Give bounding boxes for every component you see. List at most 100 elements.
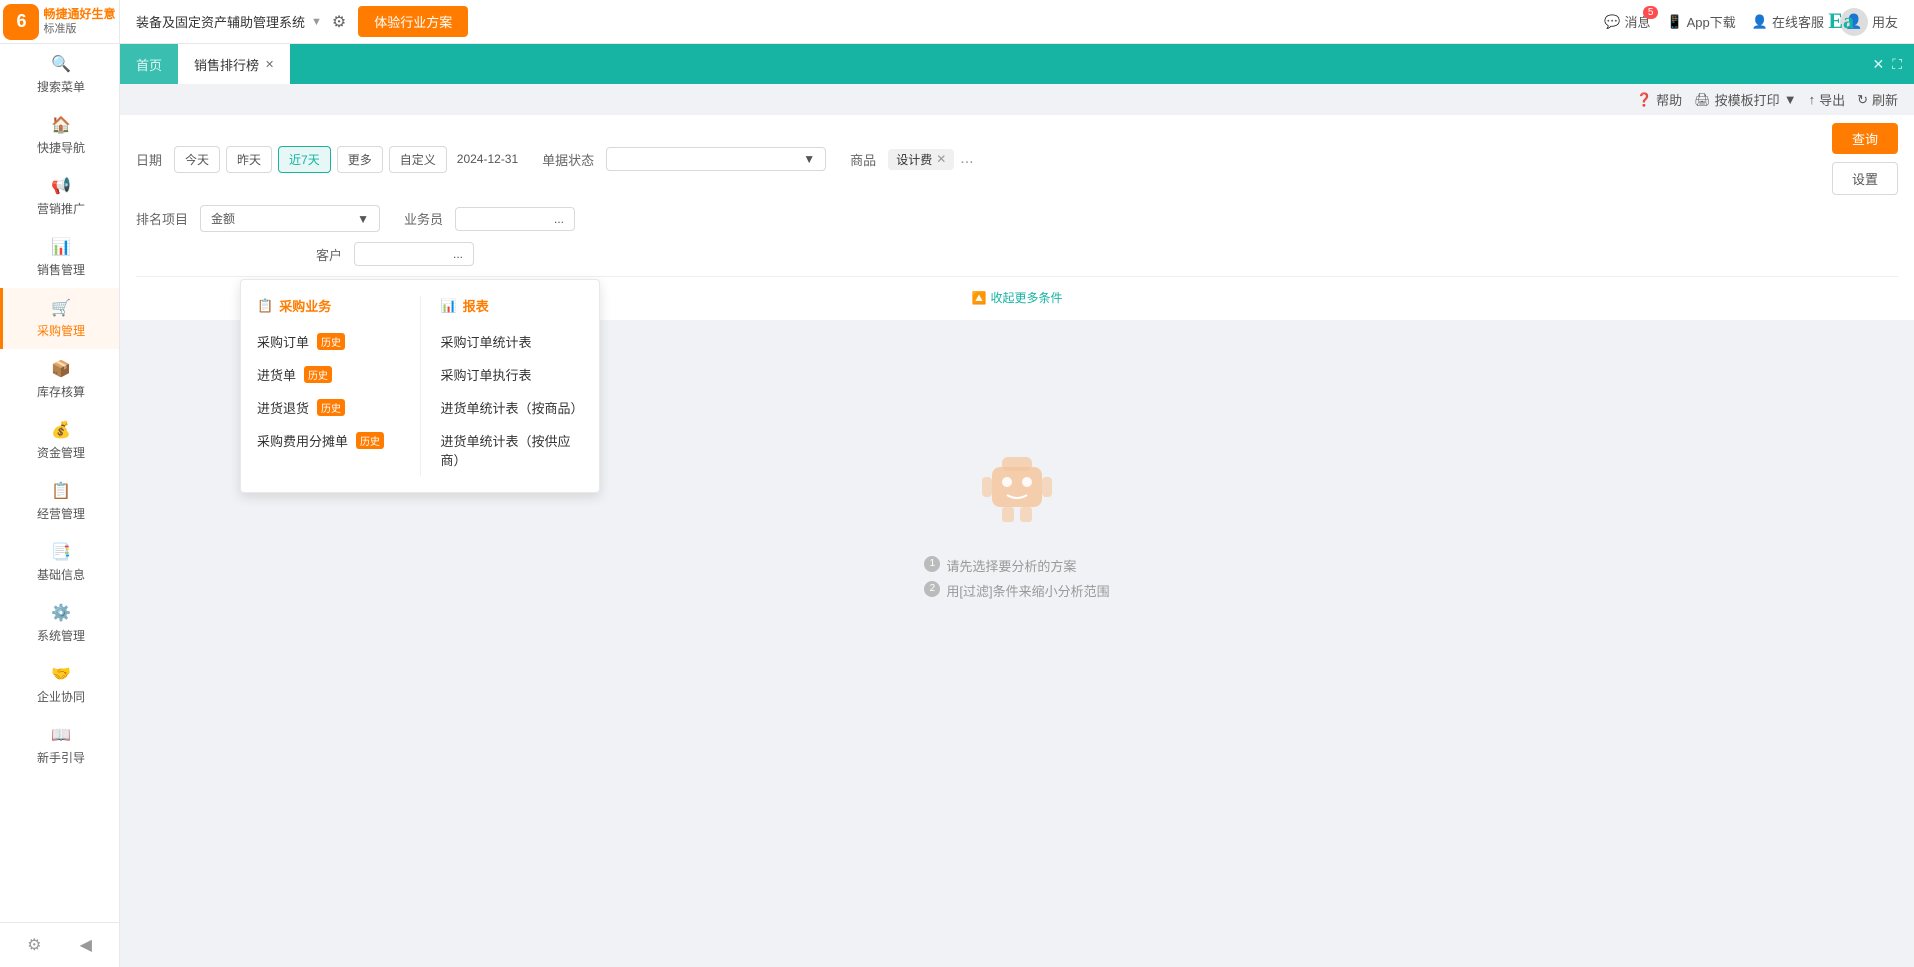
message-action[interactable]: 💬 消息 5 xyxy=(1604,12,1650,31)
sidebar-item-basic-info[interactable]: 📑 基础信息 xyxy=(0,532,119,593)
tab-close-icon[interactable]: ✕ xyxy=(265,58,274,71)
tip-num-2: 2 xyxy=(924,581,940,597)
sidebar-item-search[interactable]: 🔍 搜索菜单 xyxy=(0,44,119,105)
logo-line1: 畅捷通好生意 xyxy=(43,7,115,23)
inventory-icon: 📦 xyxy=(51,359,71,379)
logo-text: 畅捷通好生意 标准版 xyxy=(43,7,115,37)
collapse-icon: 🔼 xyxy=(972,291,987,305)
footer-settings-icon[interactable]: ⚙ xyxy=(23,931,45,959)
col1-title-icon: 📋 xyxy=(257,298,273,314)
sidebar-item-inventory[interactable]: 📦 库存核算 xyxy=(0,349,119,410)
query-button[interactable]: 查询 xyxy=(1832,123,1898,154)
col2-title: 📊 报表 xyxy=(441,296,584,315)
home-icon: 🏠 xyxy=(51,115,71,135)
menu-purchase-expense[interactable]: 采购费用分摊单 历史 xyxy=(257,424,400,457)
user-label: 用友 xyxy=(1872,12,1898,31)
filter-row-1: 日期 今天 昨天 近7天 更多 自定义 2024-12-31 单据状态 xyxy=(136,123,1898,195)
export-link[interactable]: ↑ 导出 xyxy=(1809,90,1846,109)
sidebar-footer: ⚙ ◀ xyxy=(0,922,119,967)
sales-icon: 📊 xyxy=(51,237,71,257)
footer-collapse-icon[interactable]: ◀ xyxy=(76,931,96,959)
filter-row-2: 排名项目 金额 ▼ 业务员 ... xyxy=(136,205,1898,232)
help-link[interactable]: ❓ 帮助 xyxy=(1636,90,1682,109)
goods-dots[interactable]: ... xyxy=(960,150,973,168)
tab-home[interactable]: 首页 xyxy=(120,44,178,84)
date-custom[interactable]: 自定义 xyxy=(389,146,447,173)
menu-po-stat[interactable]: 采购订单统计表 xyxy=(441,325,584,358)
refresh-link[interactable]: ↻ 刷新 xyxy=(1857,90,1898,109)
date-value: 2024-12-31 xyxy=(457,152,518,166)
salesperson-dots: ... xyxy=(554,212,564,226)
refresh-icon: ↻ xyxy=(1857,92,1868,108)
tab-maximize-btn[interactable]: ⛶ xyxy=(1892,56,1902,73)
sidebar-label-quick-nav: 快捷导航 xyxy=(37,139,85,156)
rank-select[interactable]: 金额 ▼ xyxy=(200,205,380,232)
date-more[interactable]: 更多 xyxy=(337,146,383,173)
sidebar-label-system: 系统管理 xyxy=(37,627,85,644)
menu-goods-return[interactable]: 进货退货 历史 xyxy=(257,391,400,424)
tab-sales-rank[interactable]: 销售排行榜 ✕ xyxy=(178,44,290,84)
salesperson-select[interactable]: ... xyxy=(455,207,575,231)
settings-button[interactable]: 设置 xyxy=(1832,162,1898,195)
logo-line2: 标准版 xyxy=(43,22,115,36)
print-arrow: ▼ xyxy=(1784,92,1797,107)
sidebar-item-finance[interactable]: 💰 资金管理 xyxy=(0,410,119,471)
menu-purchase-order[interactable]: 采购订单 历史 xyxy=(257,325,400,358)
content-body: ❓ 帮助 🖨 按模板打印 ▼ ↑ 导出 ↻ 刷新 xyxy=(120,84,1914,967)
sidebar-item-operations[interactable]: 📋 经营管理 xyxy=(0,471,119,532)
menu-receipt-by-goods[interactable]: 进货单统计表（按商品） xyxy=(441,391,584,424)
system-title-arrow[interactable]: ▼ xyxy=(311,16,322,28)
sidebar-item-sales[interactable]: 📊 销售管理 xyxy=(0,227,119,288)
bill-status-select[interactable]: ▼ xyxy=(606,147,826,171)
sidebar-label-enterprise: 企业协同 xyxy=(37,688,85,705)
goods-tag-text: 设计费 xyxy=(896,151,932,168)
logo-icon-text: 6 xyxy=(16,11,26,32)
date-yesterday[interactable]: 昨天 xyxy=(226,146,272,173)
sidebar-item-quick-nav[interactable]: 🏠 快捷导航 xyxy=(0,105,119,166)
empty-tip-2: 2 用[过滤]条件来缩小分析范围 xyxy=(924,581,1109,600)
export-label: 导出 xyxy=(1819,90,1845,109)
sidebar-item-purchase[interactable]: 🛒 采购管理 xyxy=(0,288,119,349)
tab-home-label: 首页 xyxy=(136,55,162,74)
goods-control: 设计费 ✕ ... xyxy=(888,149,973,170)
app-label: App下载 xyxy=(1687,12,1736,31)
menu-item-label: 采购订单统计表 xyxy=(441,332,532,351)
industry-button[interactable]: 体验行业方案 xyxy=(358,6,468,37)
print-link[interactable]: 🖨 按模板打印 ▼ xyxy=(1694,90,1796,109)
logo-area: 6 畅捷通好生意 标准版 xyxy=(0,0,120,44)
empty-illustration xyxy=(967,437,1067,540)
top-actions: 💬 消息 5 📱 App下载 👤 在线客服 👤 用友 Ea xyxy=(1604,8,1898,36)
sidebar-item-system[interactable]: ⚙️ 系统管理 xyxy=(0,593,119,654)
customer-select[interactable]: ... xyxy=(354,242,474,266)
sidebar-item-guide[interactable]: 📖 新手引导 xyxy=(0,715,119,776)
menu-po-exec[interactable]: 采购订单执行表 xyxy=(441,358,584,391)
enterprise-icon: 🤝 xyxy=(51,664,71,684)
tab-close-btn[interactable]: ✕ xyxy=(1872,56,1884,73)
goods-tag-close[interactable]: ✕ xyxy=(936,152,946,166)
sidebar-label-marketing: 营销推广 xyxy=(37,200,85,217)
sidebar-label-inventory: 库存核算 xyxy=(37,383,85,400)
date-today[interactable]: 今天 xyxy=(174,146,220,173)
settings-icon[interactable]: ⚙ xyxy=(332,12,346,32)
col1-title-text: 采购业务 xyxy=(279,296,331,315)
bill-status-label: 单据状态 xyxy=(542,150,594,169)
menu-receipt-by-supplier[interactable]: 进货单统计表（按供应商） xyxy=(441,424,584,476)
finance-icon: 💰 xyxy=(51,420,71,440)
date-7days[interactable]: 近7天 xyxy=(278,146,331,173)
dropdown-col-1: 📋 采购业务 采购订单 历史 进货单 历史 xyxy=(241,296,416,476)
sidebar-item-marketing[interactable]: 📢 营销推广 xyxy=(0,166,119,227)
message-badge: 5 xyxy=(1643,6,1659,19)
menu-goods-receipt[interactable]: 进货单 历史 xyxy=(257,358,400,391)
purchase-icon: 🛒 xyxy=(51,298,71,318)
sidebar-item-enterprise[interactable]: 🤝 企业协同 xyxy=(0,654,119,715)
dropdown-col-2: 📊 报表 采购订单统计表 采购订单执行表 进货单统计表（按商品） xyxy=(425,296,600,476)
sidebar-label-finance: 资金管理 xyxy=(37,444,85,461)
collapse-btn[interactable]: 🔼 收起更多条件 xyxy=(972,283,1063,312)
refresh-label: 刷新 xyxy=(1872,90,1898,109)
rank-label: 排名项目 xyxy=(136,209,188,228)
app-download-action[interactable]: 📱 App下载 xyxy=(1666,12,1735,31)
customer-label: 客户 xyxy=(316,245,342,264)
online-service-action[interactable]: 👤 在线客服 xyxy=(1752,12,1824,31)
ea-text: Ea xyxy=(1828,8,1854,34)
empty-robot-icon xyxy=(967,437,1067,537)
